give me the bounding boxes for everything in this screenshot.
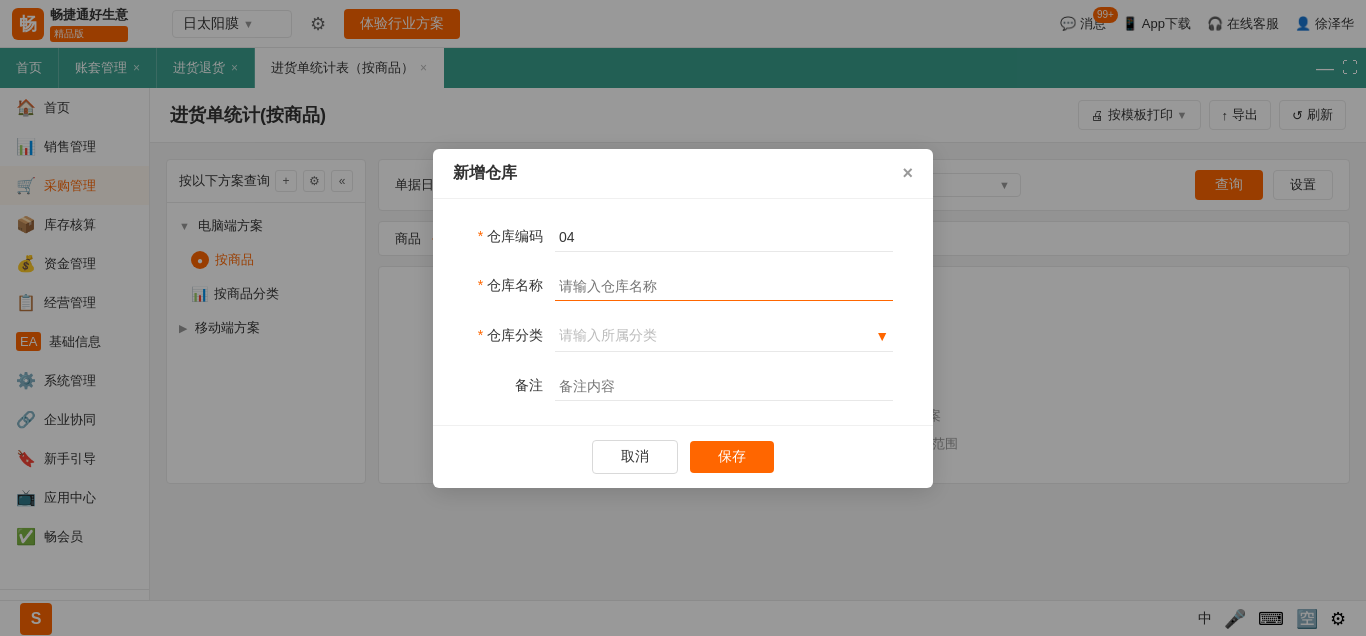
code-input[interactable] [555,223,893,252]
category-label: 仓库分类 [473,327,543,345]
note-input[interactable] [555,372,893,401]
category-select[interactable]: 请输入所属分类 ▼ [555,321,893,352]
save-button[interactable]: 保存 [690,441,774,473]
modal-overlay: 新增仓库 × 仓库编码 仓库名称 仓库分类 请输入所属分类 ▼ [0,0,1366,636]
name-input[interactable] [555,272,893,301]
modal-header: 新增仓库 × [433,149,933,199]
form-row-code: 仓库编码 [473,223,893,252]
add-warehouse-modal: 新增仓库 × 仓库编码 仓库名称 仓库分类 请输入所属分类 ▼ [433,149,933,488]
cancel-button[interactable]: 取消 [592,440,678,474]
modal-footer: 取消 保存 [433,425,933,488]
modal-close-button[interactable]: × [902,163,913,184]
form-row-name: 仓库名称 [473,272,893,301]
category-placeholder: 请输入所属分类 [559,327,657,345]
category-chevron-icon: ▼ [875,328,889,344]
modal-body: 仓库编码 仓库名称 仓库分类 请输入所属分类 ▼ 备注 [433,199,933,425]
form-row-category: 仓库分类 请输入所属分类 ▼ [473,321,893,352]
modal-title: 新增仓库 [453,163,517,184]
note-label: 备注 [473,377,543,395]
form-row-note: 备注 [473,372,893,401]
name-label: 仓库名称 [473,277,543,295]
code-label: 仓库编码 [473,228,543,246]
